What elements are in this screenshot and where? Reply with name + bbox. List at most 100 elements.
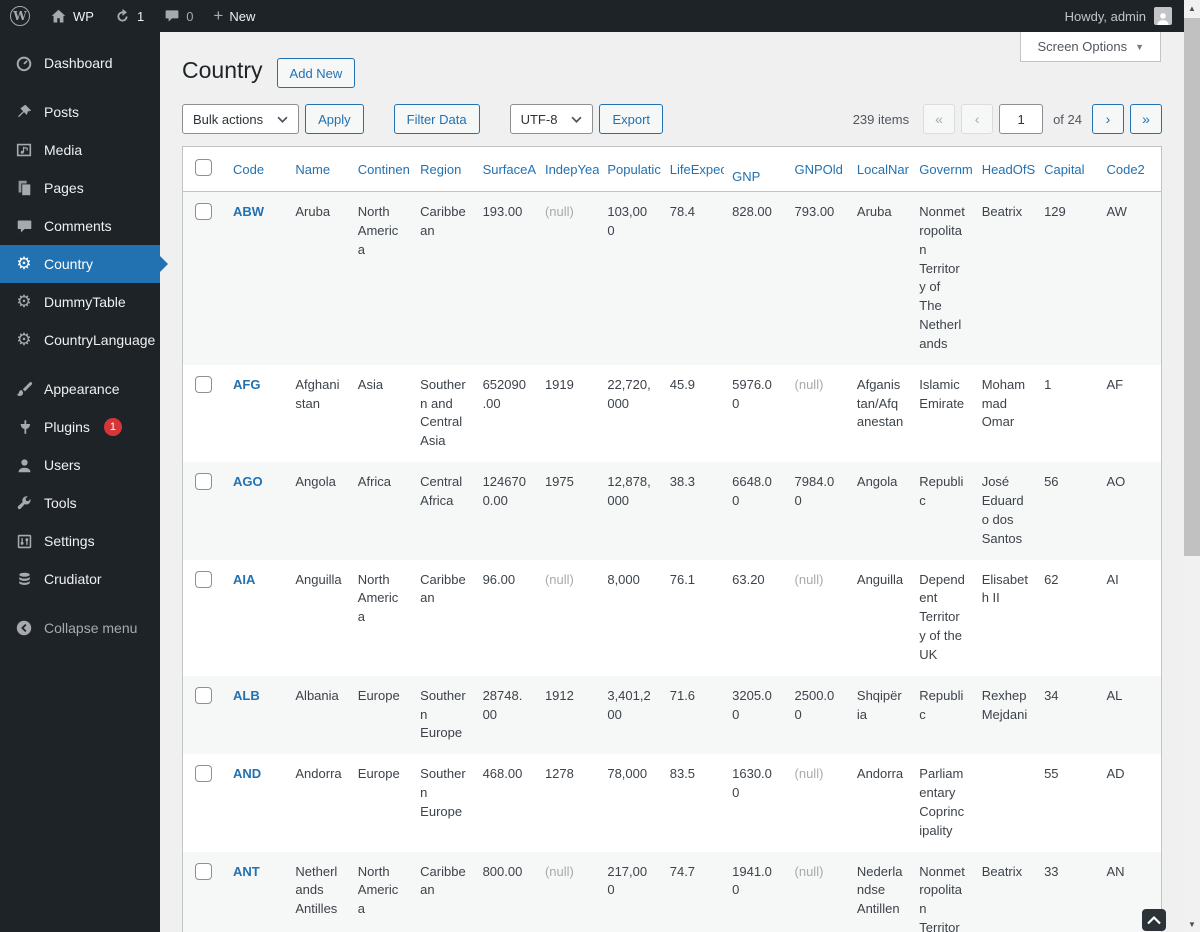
cell-continent: North America [350, 852, 412, 932]
cell-gnp: 6648.00 [724, 462, 786, 559]
export-button[interactable]: Export [599, 104, 663, 134]
sidebar-item-countrylanguage[interactable]: ⚙ CountryLanguage [0, 321, 160, 359]
chevron-down-icon [277, 116, 288, 123]
collapse-menu-button[interactable]: Collapse menu [0, 609, 160, 647]
screen-options-button[interactable]: Screen Options ▼ [1020, 32, 1161, 62]
gear-icon: ⚙ [14, 330, 34, 350]
sort-link[interactable]: Governm [919, 162, 972, 177]
row-code-link[interactable]: ABW [233, 204, 264, 219]
sort-link[interactable]: Capital [1044, 162, 1084, 177]
scrollbar-up-arrow[interactable]: ▲ [1184, 0, 1200, 16]
updates-menu[interactable]: 1 [104, 0, 154, 32]
sort-link[interactable]: LifeExpec [670, 162, 724, 177]
add-new-button[interactable]: Add New [277, 58, 356, 88]
sidebar-item-label: Settings [44, 533, 95, 549]
howdy-text[interactable]: Howdy, admin [1065, 9, 1146, 24]
row-code-link[interactable]: AIA [233, 572, 255, 587]
sidebar-item-label: Comments [44, 218, 112, 234]
cell-name: Afghanistan [287, 365, 349, 462]
row-checkbox[interactable] [195, 571, 212, 588]
sidebar-item-dummytable[interactable]: ⚙ DummyTable [0, 283, 160, 321]
first-page-button[interactable]: « [923, 104, 955, 134]
sort-link[interactable]: LocalNar [857, 162, 909, 177]
sidebar-item-crudiator[interactable]: Crudiator [0, 560, 160, 598]
filter-data-button[interactable]: Filter Data [394, 104, 480, 134]
sort-link[interactable]: HeadOfS [982, 162, 1035, 177]
cell-code: AND [225, 754, 287, 851]
wp-logo-menu[interactable]: W [0, 0, 40, 32]
comments-menu[interactable]: 0 [154, 0, 203, 32]
cell-continent: Africa [350, 462, 412, 559]
row-checkbox[interactable] [195, 203, 212, 220]
row-code-link[interactable]: AFG [233, 377, 260, 392]
back-to-top-button[interactable] [1142, 909, 1166, 931]
prev-page-button[interactable]: ‹ [961, 104, 993, 134]
sidebar-item-plugins[interactable]: Plugins 1 [0, 408, 160, 446]
cell-population: 8,000 [599, 560, 661, 676]
encoding-select[interactable]: UTF-8 [510, 104, 594, 134]
row-checkbox[interactable] [195, 687, 212, 704]
table-row: ABW Aruba North America Caribbean 193.00… [183, 192, 1161, 365]
avatar[interactable] [1154, 7, 1172, 25]
cell-population: 12,878,000 [599, 462, 661, 559]
cell-localname: Angola [849, 462, 911, 559]
sort-link[interactable]: IndepYea [545, 162, 599, 177]
sidebar-item-label: Pages [44, 180, 84, 196]
row-checkbox[interactable] [195, 765, 212, 782]
new-content-menu[interactable]: + New [203, 0, 265, 32]
sort-link[interactable]: Populatic [607, 162, 660, 177]
sort-link[interactable]: Continen [358, 162, 410, 177]
row-code-link[interactable]: AND [233, 766, 261, 781]
select-all-checkbox[interactable] [195, 159, 212, 176]
sidebar-item-label: Tools [44, 495, 77, 511]
last-page-button[interactable]: » [1130, 104, 1162, 134]
row-checkbox[interactable] [195, 376, 212, 393]
row-code-link[interactable]: ANT [233, 864, 260, 879]
sort-link[interactable]: Code [233, 162, 264, 177]
sort-link[interactable]: Region [420, 162, 461, 177]
sidebar-item-media[interactable]: Media [0, 131, 160, 169]
sidebar-item-comments[interactable]: Comments [0, 207, 160, 245]
next-page-button[interactable]: › [1092, 104, 1124, 134]
table-row: ALB Albania Europe Southern Europe 28748… [183, 676, 1161, 755]
row-code-link[interactable]: ALB [233, 688, 260, 703]
site-name: WP [73, 9, 94, 24]
row-code-link[interactable]: AGO [233, 474, 263, 489]
cell-localname: Nederlandse Antillen [849, 852, 911, 932]
plus-icon: + [213, 7, 223, 24]
sidebar-item-settings[interactable]: Settings [0, 522, 160, 560]
sort-link[interactable]: GNP [732, 169, 760, 184]
cell-gnp: 1941.00 [724, 852, 786, 932]
apply-button[interactable]: Apply [305, 104, 364, 134]
sidebar-item-users[interactable]: Users [0, 446, 160, 484]
sidebar-item-dashboard[interactable]: Dashboard [0, 44, 160, 82]
cell-headofstate: José Eduardo dos Santos [974, 462, 1036, 559]
current-page-input[interactable] [999, 104, 1043, 134]
collapse-arrow-icon [14, 618, 34, 638]
cell-indepyear: 1919 [537, 365, 599, 462]
sidebar-item-appearance[interactable]: Appearance [0, 370, 160, 408]
bulk-actions-select[interactable]: Bulk actions [182, 104, 299, 134]
row-checkbox[interactable] [195, 473, 212, 490]
sort-link[interactable]: Code2 [1106, 162, 1144, 177]
cell-region: Southern Europe [412, 754, 474, 851]
cell-lifeexpectancy: 78.4 [662, 192, 724, 365]
cell-gnp: 828.00 [724, 192, 786, 365]
scrollbar-thumb[interactable] [1184, 18, 1200, 556]
cell-code: AGO [225, 462, 287, 559]
sort-link[interactable]: GNPOld [795, 162, 843, 177]
sidebar-item-pages[interactable]: Pages [0, 169, 160, 207]
sidebar-item-tools[interactable]: Tools [0, 484, 160, 522]
sort-link[interactable]: SurfaceA [483, 162, 536, 177]
cell-capital: 56 [1036, 462, 1098, 559]
site-home-link[interactable]: WP [40, 0, 104, 32]
scrollbar-down-arrow[interactable]: ▼ [1184, 916, 1200, 932]
cell-capital: 55 [1036, 754, 1098, 851]
cell-code: AFG [225, 365, 287, 462]
sidebar-item-label: DummyTable [44, 294, 126, 310]
row-checkbox[interactable] [195, 863, 212, 880]
cell-capital: 34 [1036, 676, 1098, 755]
sidebar-item-country[interactable]: ⚙ Country [0, 245, 160, 283]
sidebar-item-posts[interactable]: Posts [0, 93, 160, 131]
sort-link[interactable]: Name [295, 162, 330, 177]
